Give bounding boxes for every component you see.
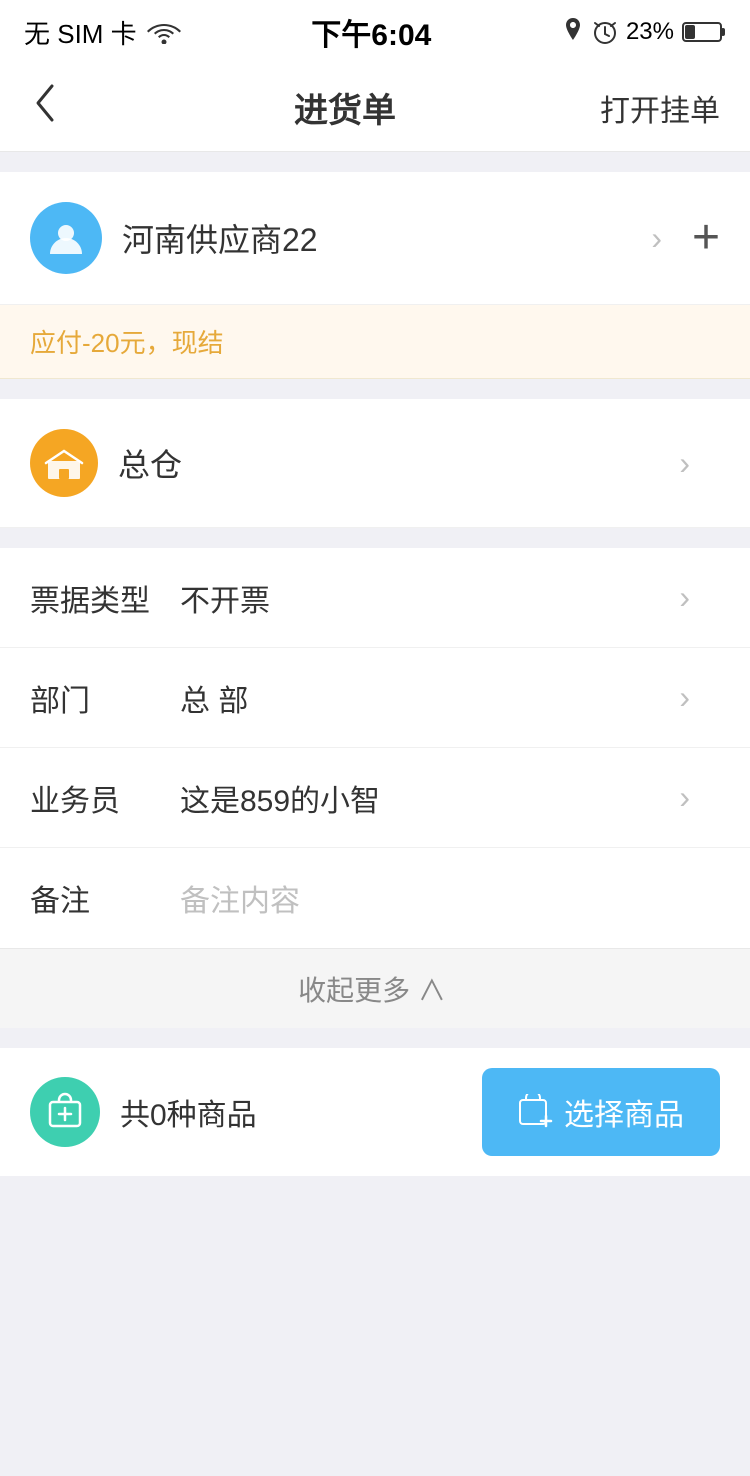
section-gap-1 bbox=[0, 152, 750, 172]
remark-input[interactable]: 备注内容 bbox=[160, 876, 720, 920]
collapse-row[interactable]: 收起更多 ∧ bbox=[0, 948, 750, 1028]
status-right: 23% bbox=[562, 18, 726, 46]
product-bar: 共0种商品 选择商品 bbox=[0, 1048, 750, 1176]
nav-bar: 进货单 打开挂单 bbox=[0, 64, 750, 152]
remark-label: 备注 bbox=[30, 876, 160, 920]
invoice-type-chevron-icon: › bbox=[679, 579, 690, 616]
product-icon bbox=[30, 1077, 100, 1147]
form-section: 票据类型 不开票 › 部门 总 部 › 业务员 这是859的小智 › 备注 备注… bbox=[0, 548, 750, 948]
sales-person-value: 这是859的小智 bbox=[160, 776, 679, 820]
warehouse-icon bbox=[30, 429, 98, 497]
department-row[interactable]: 部门 总 部 › bbox=[0, 648, 750, 748]
notice-bar: 应付-20元，现结 bbox=[0, 305, 750, 379]
warehouse-name: 总仓 bbox=[118, 440, 679, 486]
select-product-button[interactable]: 选择商品 bbox=[482, 1068, 720, 1156]
remark-row[interactable]: 备注 备注内容 bbox=[0, 848, 750, 948]
invoice-type-value: 不开票 bbox=[160, 576, 679, 620]
carrier-label: 无 SIM 卡 bbox=[24, 14, 137, 51]
page-rest bbox=[0, 1176, 750, 1476]
supplier-avatar bbox=[30, 202, 102, 274]
section-divider-2 bbox=[0, 528, 750, 548]
status-bar: 无 SIM 卡 下午6:04 23% bbox=[0, 0, 750, 64]
notice-text: 应付-20元，现结 bbox=[30, 328, 224, 358]
sales-person-chevron-icon: › bbox=[679, 779, 690, 816]
wifi-icon bbox=[147, 20, 181, 44]
bottom-section-gap bbox=[0, 1028, 750, 1048]
status-left: 无 SIM 卡 bbox=[24, 14, 181, 51]
supplier-name: 河南供应商22 bbox=[122, 215, 651, 261]
section-divider-1 bbox=[0, 379, 750, 399]
page-title: 进货单 bbox=[294, 83, 396, 132]
back-button[interactable] bbox=[30, 80, 90, 135]
department-label: 部门 bbox=[30, 676, 160, 720]
select-product-label: 选择商品 bbox=[564, 1090, 684, 1134]
alarm-icon bbox=[592, 18, 618, 46]
battery-icon bbox=[682, 21, 726, 43]
sales-person-row[interactable]: 业务员 这是859的小智 › bbox=[0, 748, 750, 848]
collapse-label: 收起更多 ∧ bbox=[298, 969, 446, 1009]
warehouse-chevron-icon: › bbox=[679, 445, 690, 482]
location-icon bbox=[562, 18, 584, 46]
sales-person-label: 业务员 bbox=[30, 776, 160, 820]
status-time: 下午6:04 bbox=[311, 10, 431, 54]
supplier-chevron-icon: › bbox=[651, 220, 662, 257]
battery-label: 23% bbox=[626, 18, 674, 46]
add-supplier-button[interactable]: + bbox=[692, 214, 720, 262]
open-pending-button[interactable]: 打开挂单 bbox=[600, 86, 720, 130]
invoice-type-label: 票据类型 bbox=[30, 576, 160, 620]
department-chevron-icon: › bbox=[679, 679, 690, 716]
supplier-row[interactable]: 河南供应商22 › + bbox=[0, 172, 750, 305]
warehouse-row[interactable]: 总仓 › bbox=[0, 399, 750, 528]
product-count-label: 共0种商品 bbox=[120, 1090, 462, 1134]
invoice-type-row[interactable]: 票据类型 不开票 › bbox=[0, 548, 750, 648]
department-value: 总 部 bbox=[160, 676, 679, 720]
select-product-icon bbox=[518, 1094, 554, 1130]
